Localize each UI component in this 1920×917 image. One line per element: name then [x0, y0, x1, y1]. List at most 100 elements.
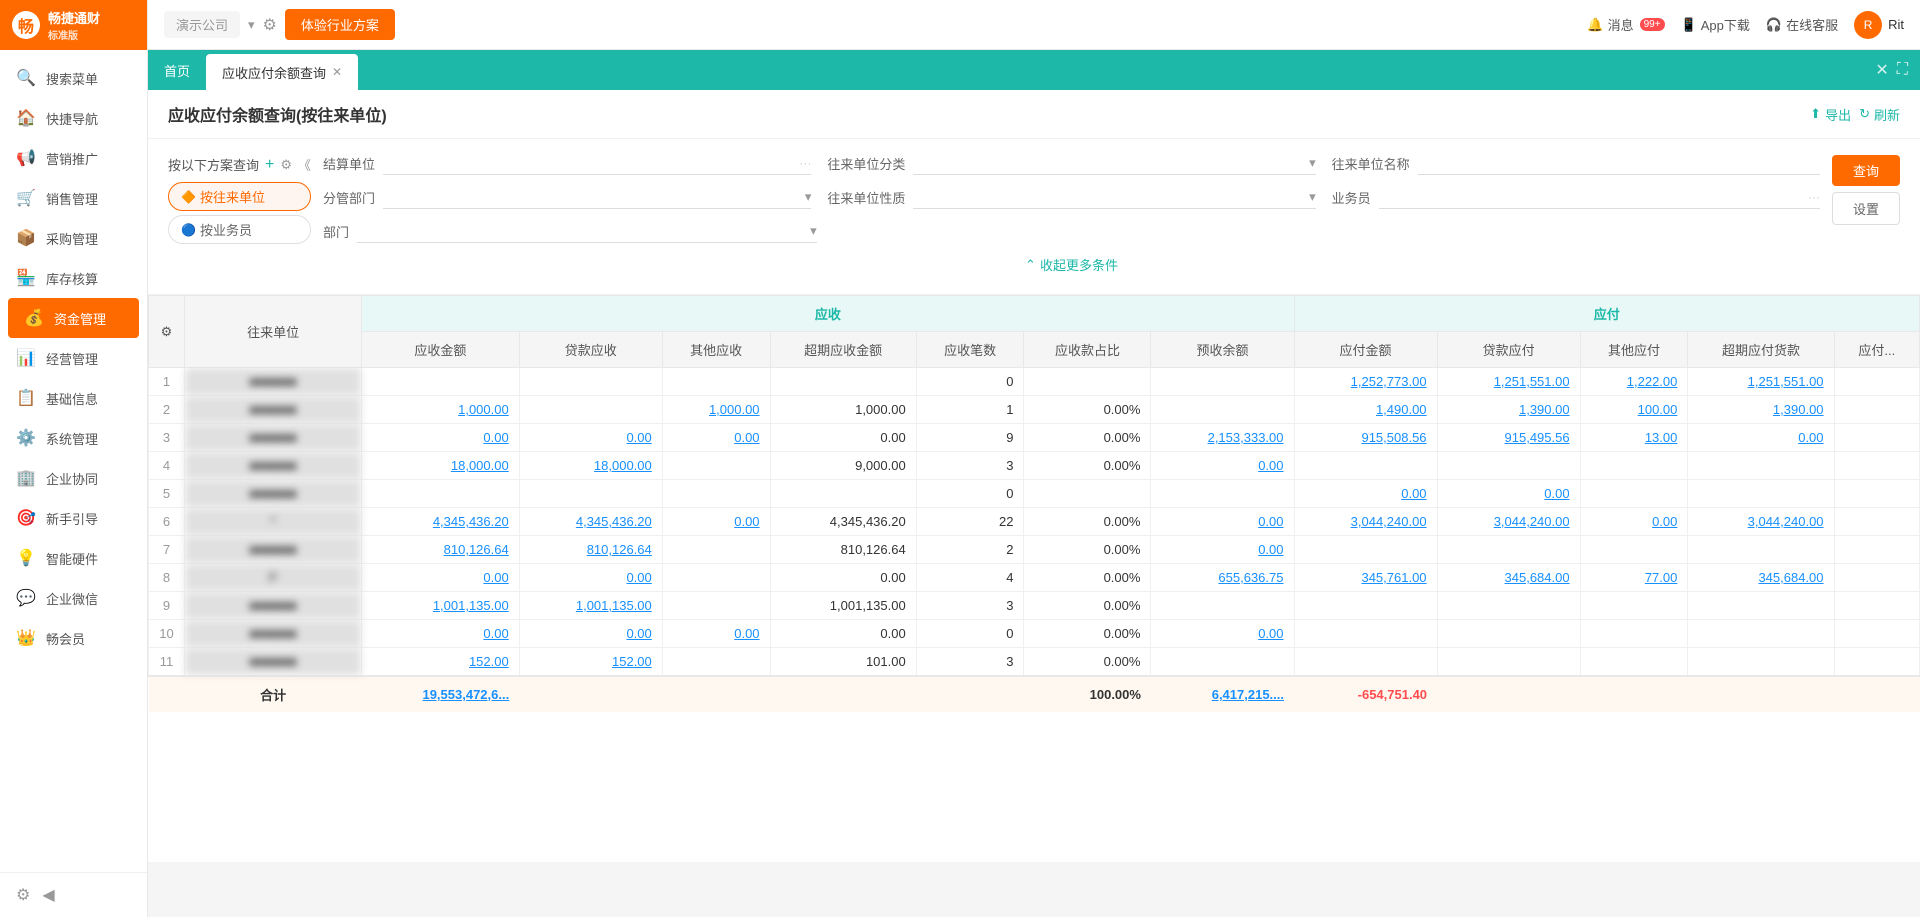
sidebar-item-quick-nav[interactable]: 🏠 快捷导航	[0, 98, 147, 138]
add-scheme-icon[interactable]: +	[265, 156, 274, 174]
purchase-icon: 📦	[16, 228, 36, 248]
table-row: 10■■■■■■0.000.000.000.0000.00%0.00	[149, 620, 1920, 648]
company-name: 演示公司	[164, 11, 240, 38]
dropdown-icon-1[interactable]: ▾	[1309, 155, 1316, 171]
partner-cell: ■■■■■■	[185, 424, 362, 452]
sidebar-item-label-basic-info: 基础信息	[46, 389, 98, 408]
tab-home[interactable]: 首页	[148, 50, 206, 90]
scheme-btn-by-salesman[interactable]: 🔵 按业务员	[168, 215, 311, 244]
partner-nature-input[interactable]	[913, 185, 1309, 208]
partner-category-label: 往来单位分类	[827, 154, 905, 173]
user-area[interactable]: R Rit	[1854, 11, 1904, 39]
partner-category-input[interactable]	[913, 151, 1309, 174]
filter-panel: 按以下方案查询 + ⚙ 《 🔶 按往来单位 🔵 按业务员 结算单位	[148, 139, 1920, 295]
sidebar-item-operation[interactable]: 📊 经营管理	[0, 338, 147, 378]
dropdown-icon-3[interactable]: ▾	[1309, 189, 1316, 205]
header-breadcrumb: 演示公司 ▾ ⚙ 体验行业方案	[164, 9, 1587, 40]
close-window-icon[interactable]: ✕	[1875, 60, 1888, 80]
sidebar-item-marketing[interactable]: 📢 营销推广	[0, 138, 147, 178]
table-row: 11■■■■■■152.00152.00101.0030.00%	[149, 648, 1920, 677]
sidebar-item-label-sales: 销售管理	[46, 189, 98, 208]
settings-col-header[interactable]: ⚙	[149, 296, 185, 368]
sidebar-item-member[interactable]: 👑 畅会员	[0, 618, 147, 658]
sidebar-item-label-operation: 经营管理	[46, 349, 98, 368]
table-row: 4■■■■■■18,000.0018,000.009,000.0030.00%0…	[149, 452, 1920, 480]
sidebar-item-sales[interactable]: 🛒 销售管理	[0, 178, 147, 218]
tab-bar: 首页应收应付余额查询✕ ✕ ⛶	[148, 50, 1920, 90]
partner-cell: ■■■■■■	[185, 368, 362, 396]
export-button[interactable]: ⬆ 导出	[1810, 105, 1851, 124]
query-button[interactable]: 查询	[1832, 155, 1900, 186]
partner-nature-label: 往来单位性质	[827, 188, 905, 207]
branch-dept-label: 分管部门	[323, 188, 375, 207]
sidebar-item-wechat[interactable]: 💬 企业微信	[0, 578, 147, 618]
sidebar-item-guide[interactable]: 🎯 新手引导	[0, 498, 147, 538]
dropdown-icon-2[interactable]: ▾	[805, 189, 812, 205]
more-dots-icon[interactable]: ···	[799, 156, 811, 170]
data-table-wrapper: ⚙ 往来单位 应收 应付 应收金额 贷款应收 其他应收 超期应收金额 应收笔数 …	[148, 295, 1920, 862]
collapse-row: ⌃ 收起更多条件	[323, 247, 1820, 282]
table-row: 7■■■■■■810,126.64810,126.64810,126.6420.…	[149, 536, 1920, 564]
collapse-button[interactable]: ⌃ 收起更多条件	[323, 251, 1820, 278]
branch-dept-input[interactable]	[383, 185, 805, 208]
scheme-btn-by-partner[interactable]: 🔶 按往来单位	[168, 182, 311, 211]
sidebar-item-search[interactable]: 🔍 搜索菜单	[0, 58, 147, 98]
online-service-btn[interactable]: 🎧 在线客服	[1766, 15, 1838, 34]
dept-input[interactable]	[357, 219, 810, 242]
table-row: 5■■■■■■00.000.00	[149, 480, 1920, 508]
settings-icon[interactable]: ⚙	[16, 885, 30, 905]
sidebar-item-label-purchase: 采购管理	[46, 229, 98, 248]
solution-button[interactable]: 体验行业方案	[285, 9, 395, 40]
payable-amount-header: 应付金额	[1294, 332, 1437, 368]
scheme-label-by-salesman: 按业务员	[200, 220, 252, 239]
maximize-icon[interactable]: ⛶	[1897, 61, 1908, 79]
sidebar-item-enterprise[interactable]: 🏢 企业协同	[0, 458, 147, 498]
table-row: 1■■■■■■01,252,773.001,251,551.001,222.00…	[149, 368, 1920, 396]
settings-icon[interactable]: ⚙	[161, 324, 173, 339]
receivable-amount-header: 应收金额	[362, 332, 520, 368]
salesman-input[interactable]	[1379, 185, 1808, 208]
notification-label: 消息	[1608, 15, 1634, 34]
scheme-selector: 按以下方案查询 + ⚙ 《 🔶 按往来单位 🔵 按业务员	[168, 151, 311, 244]
logo-tag: 标准版	[48, 27, 100, 42]
left-icon[interactable]: 《	[298, 155, 311, 174]
sidebar-item-label-search: 搜索菜单	[46, 69, 98, 88]
sidebar-menu: 🔍 搜索菜单 🏠 快捷导航 📢 营销推广 🛒 销售管理 📦 采购管理 🏪 库存核…	[0, 50, 147, 872]
sidebar-item-smart-hw[interactable]: 💡 智能硬件	[0, 538, 147, 578]
partner-name-input[interactable]	[1418, 151, 1820, 175]
data-table: ⚙ 往来单位 应收 应付 应收金额 贷款应收 其他应收 超期应收金额 应收笔数 …	[148, 295, 1920, 712]
overdue-receivable-header: 超期应收金额	[770, 332, 916, 368]
notification-btn[interactable]: 🔔 消息 99+	[1587, 15, 1664, 34]
page-actions: ⬆ 导出 ↻ 刷新	[1810, 105, 1900, 124]
settings-scheme-icon[interactable]: ⚙	[280, 157, 292, 173]
tab-receivable-query[interactable]: 应收应付余额查询✕	[206, 54, 358, 90]
quick-nav-icon: 🏠	[16, 108, 36, 128]
dropdown-icon-4[interactable]: ▾	[810, 223, 817, 239]
collapse-icon[interactable]: ◀	[42, 885, 54, 905]
gear-icon[interactable]: ⚙	[263, 15, 277, 35]
more-dots-icon-2[interactable]: ···	[1808, 190, 1820, 204]
sidebar-item-basic-info[interactable]: 📋 基础信息	[0, 378, 147, 418]
download-icon: 📱	[1681, 17, 1697, 33]
partner-cell: P	[185, 564, 362, 592]
sidebar-item-inventory[interactable]: 🏪 库存核算	[0, 258, 147, 298]
page-title: 应收应付余额查询(按往来单位)	[168, 102, 387, 126]
chevron-down-icon[interactable]: ▾	[248, 17, 255, 33]
sidebar-logo: 畅 畅捷通财 标准版	[0, 0, 147, 50]
scheme-icon-by-partner: 🔶	[181, 190, 196, 204]
sidebar-item-purchase[interactable]: 📦 采购管理	[0, 218, 147, 258]
refresh-button[interactable]: ↻ 刷新	[1859, 105, 1900, 124]
tab-close-receivable-query[interactable]: ✕	[332, 65, 342, 79]
settlement-unit-input[interactable]	[383, 151, 799, 174]
settings-button[interactable]: 设置	[1832, 192, 1900, 225]
service-icon: 🎧	[1766, 17, 1782, 33]
sidebar-item-system[interactable]: ⚙️ 系统管理	[0, 418, 147, 458]
sidebar-item-finance[interactable]: 💰 资金管理	[8, 298, 139, 338]
receivable-count-header: 应收笔数	[916, 332, 1024, 368]
system-icon: ⚙️	[16, 428, 36, 448]
app-download-btn[interactable]: 📱 App下载	[1681, 15, 1750, 34]
sidebar-item-label-system: 系统管理	[46, 429, 98, 448]
table-row: 3■■■■■■0.000.000.000.0090.00%2,153,333.0…	[149, 424, 1920, 452]
footer-receivable-ratio: 100.00%	[1024, 676, 1151, 712]
enterprise-icon: 🏢	[16, 468, 36, 488]
